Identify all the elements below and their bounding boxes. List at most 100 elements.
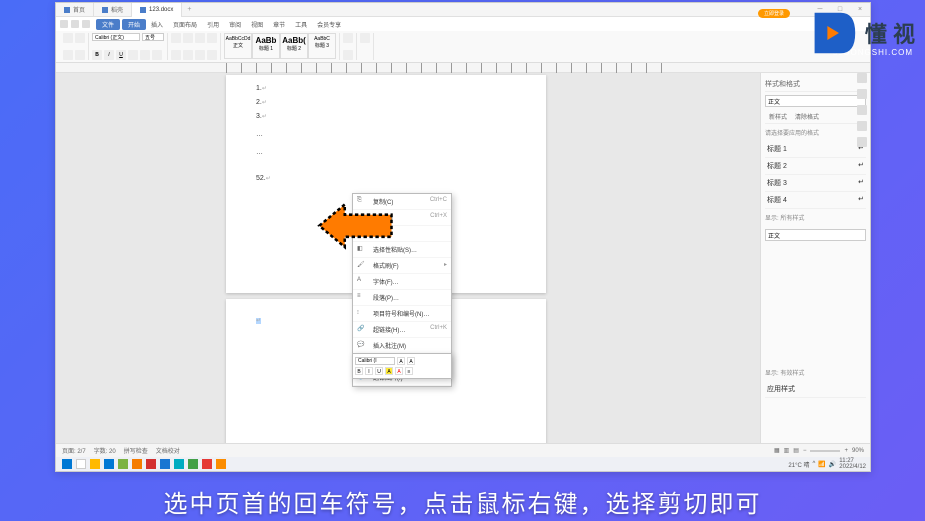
- strike-button[interactable]: [128, 50, 138, 60]
- mini-italic-button[interactable]: I: [365, 367, 373, 375]
- ctx-bullets[interactable]: ⁝项目符号和编号(N)…: [353, 306, 451, 322]
- style-item-h2[interactable]: 标题 2↵: [765, 158, 866, 175]
- clearformat-button[interactable]: 清除格式: [791, 110, 823, 123]
- ctx-comment[interactable]: 💬插入批注(M): [353, 338, 451, 354]
- status-lang[interactable]: 文档校对: [156, 446, 180, 455]
- vip-badge[interactable]: 立即登录: [758, 9, 790, 18]
- mini-bold-button[interactable]: B: [355, 367, 363, 375]
- newstyle-button[interactable]: 新样式: [765, 110, 791, 123]
- view-web-icon[interactable]: ▤: [793, 447, 799, 454]
- tab-template[interactable]: 稻壳: [94, 3, 132, 17]
- menu-references[interactable]: 引用: [202, 20, 224, 29]
- ts-nav-icon[interactable]: [857, 89, 867, 99]
- explorer-icon[interactable]: [90, 459, 100, 469]
- mini-font-select[interactable]: [355, 357, 395, 365]
- align-center-button[interactable]: [183, 33, 193, 43]
- start-icon[interactable]: [62, 459, 72, 469]
- current-style-input[interactable]: [765, 95, 866, 107]
- style-h2[interactable]: AaBb(标题 2: [280, 33, 308, 59]
- zoom-out-button[interactable]: −: [803, 448, 807, 454]
- app3-icon[interactable]: [146, 459, 156, 469]
- tray-up-icon[interactable]: ^: [813, 461, 816, 467]
- paste-button[interactable]: [63, 33, 73, 43]
- status-spell[interactable]: 拼写检查: [124, 446, 148, 455]
- menu-section[interactable]: 章节: [268, 20, 290, 29]
- app7-icon[interactable]: [202, 459, 212, 469]
- highlight-button[interactable]: [140, 50, 150, 60]
- ctx-hyperlink[interactable]: 🔗超链接(H)…Ctrl+K: [353, 322, 451, 338]
- ts-select-icon[interactable]: [857, 73, 867, 83]
- ts-comment-icon[interactable]: [857, 121, 867, 131]
- select-button[interactable]: [360, 33, 370, 43]
- new-tab-button[interactable]: +: [182, 6, 196, 13]
- app5-icon[interactable]: [174, 459, 184, 469]
- align-right-button[interactable]: [195, 33, 205, 43]
- style-item-h4[interactable]: 标题 4↵: [765, 192, 866, 209]
- search-icon[interactable]: [76, 459, 86, 469]
- indent-button[interactable]: [195, 50, 205, 60]
- save-icon[interactable]: [60, 20, 68, 28]
- menu-membership[interactable]: 会员专享: [312, 20, 346, 29]
- menu-tools[interactable]: 工具: [290, 20, 312, 29]
- ctx-font[interactable]: A字体(F)…: [353, 274, 451, 290]
- cut-button[interactable]: [75, 33, 85, 43]
- menu-view[interactable]: 视图: [246, 20, 268, 29]
- bullets-button[interactable]: [171, 50, 181, 60]
- ctx-cut[interactable]: ✂剪切(T)Ctrl+X: [353, 210, 451, 226]
- menu-review[interactable]: 审阅: [224, 20, 246, 29]
- menu-pagelayout[interactable]: 页面布局: [168, 20, 202, 29]
- edge-icon[interactable]: [104, 459, 114, 469]
- view-print-icon[interactable]: ▦: [774, 447, 780, 454]
- style-h1[interactable]: AaBb标题 1: [252, 33, 280, 59]
- ctx-selpaste[interactable]: ◧选择性粘贴(S)…: [353, 242, 451, 258]
- tab-home[interactable]: 首页: [56, 3, 94, 17]
- mini-shrink-icon[interactable]: A: [407, 357, 415, 365]
- style-h3[interactable]: AaBbC标题 3: [308, 33, 336, 59]
- mini-underline-button[interactable]: U: [375, 367, 383, 375]
- copy-button[interactable]: [63, 50, 73, 60]
- align-justify-button[interactable]: [207, 33, 217, 43]
- font-select[interactable]: [92, 33, 140, 41]
- tray-wifi-icon[interactable]: 📶: [818, 461, 825, 468]
- tab-document[interactable]: 123.docx: [132, 3, 182, 17]
- app2-icon[interactable]: [132, 459, 142, 469]
- app1-icon[interactable]: [118, 459, 128, 469]
- ctx-paste[interactable]: 📋粘贴: [353, 226, 451, 242]
- formatpainter-button[interactable]: [75, 50, 85, 60]
- ctx-para[interactable]: ≡段落(P)…: [353, 290, 451, 306]
- ts-settings-icon[interactable]: [857, 137, 867, 147]
- fontcolor-button[interactable]: [152, 50, 162, 60]
- menu-file[interactable]: 文件: [96, 19, 120, 30]
- outdent-button[interactable]: [207, 50, 217, 60]
- apply-style[interactable]: 应用样式: [765, 381, 866, 398]
- find-button[interactable]: [343, 33, 353, 43]
- zoom-value[interactable]: 90%: [852, 448, 864, 454]
- style-item-h1[interactable]: 标题 1↵: [765, 141, 866, 158]
- mini-grow-icon[interactable]: A: [397, 357, 405, 365]
- italic-button[interactable]: I: [104, 50, 114, 60]
- ctx-copy[interactable]: ⎘复制(C)Ctrl+C: [353, 194, 451, 210]
- app6-icon[interactable]: [188, 459, 198, 469]
- replace-button[interactable]: [343, 50, 353, 60]
- redo-icon[interactable]: [82, 20, 90, 28]
- view-read-icon[interactable]: ▥: [784, 447, 790, 454]
- underline-button[interactable]: U: [116, 50, 126, 60]
- mini-bullets-button[interactable]: ≡: [405, 367, 413, 375]
- mini-fontcolor-button[interactable]: A: [395, 367, 403, 375]
- tray-weather[interactable]: 21°C 晴: [788, 460, 809, 469]
- ctx-format[interactable]: 🖌格式刷(F)▸: [353, 258, 451, 274]
- numbering-button[interactable]: [183, 50, 193, 60]
- bold-button[interactable]: B: [92, 50, 102, 60]
- menu-start[interactable]: 开始: [122, 19, 146, 30]
- size-select[interactable]: [142, 33, 164, 41]
- app4-icon[interactable]: [160, 459, 170, 469]
- mini-highlight-button[interactable]: A: [385, 367, 393, 375]
- ts-outline-icon[interactable]: [857, 105, 867, 115]
- undo-icon[interactable]: [71, 20, 79, 28]
- tray-volume-icon[interactable]: 🔊: [829, 461, 836, 468]
- show-select[interactable]: [765, 229, 866, 241]
- menu-insert[interactable]: 插入: [146, 20, 168, 29]
- style-item-h3[interactable]: 标题 3↵: [765, 175, 866, 192]
- align-left-button[interactable]: [171, 33, 181, 43]
- style-normal[interactable]: AaBbCcDd正文: [224, 33, 252, 59]
